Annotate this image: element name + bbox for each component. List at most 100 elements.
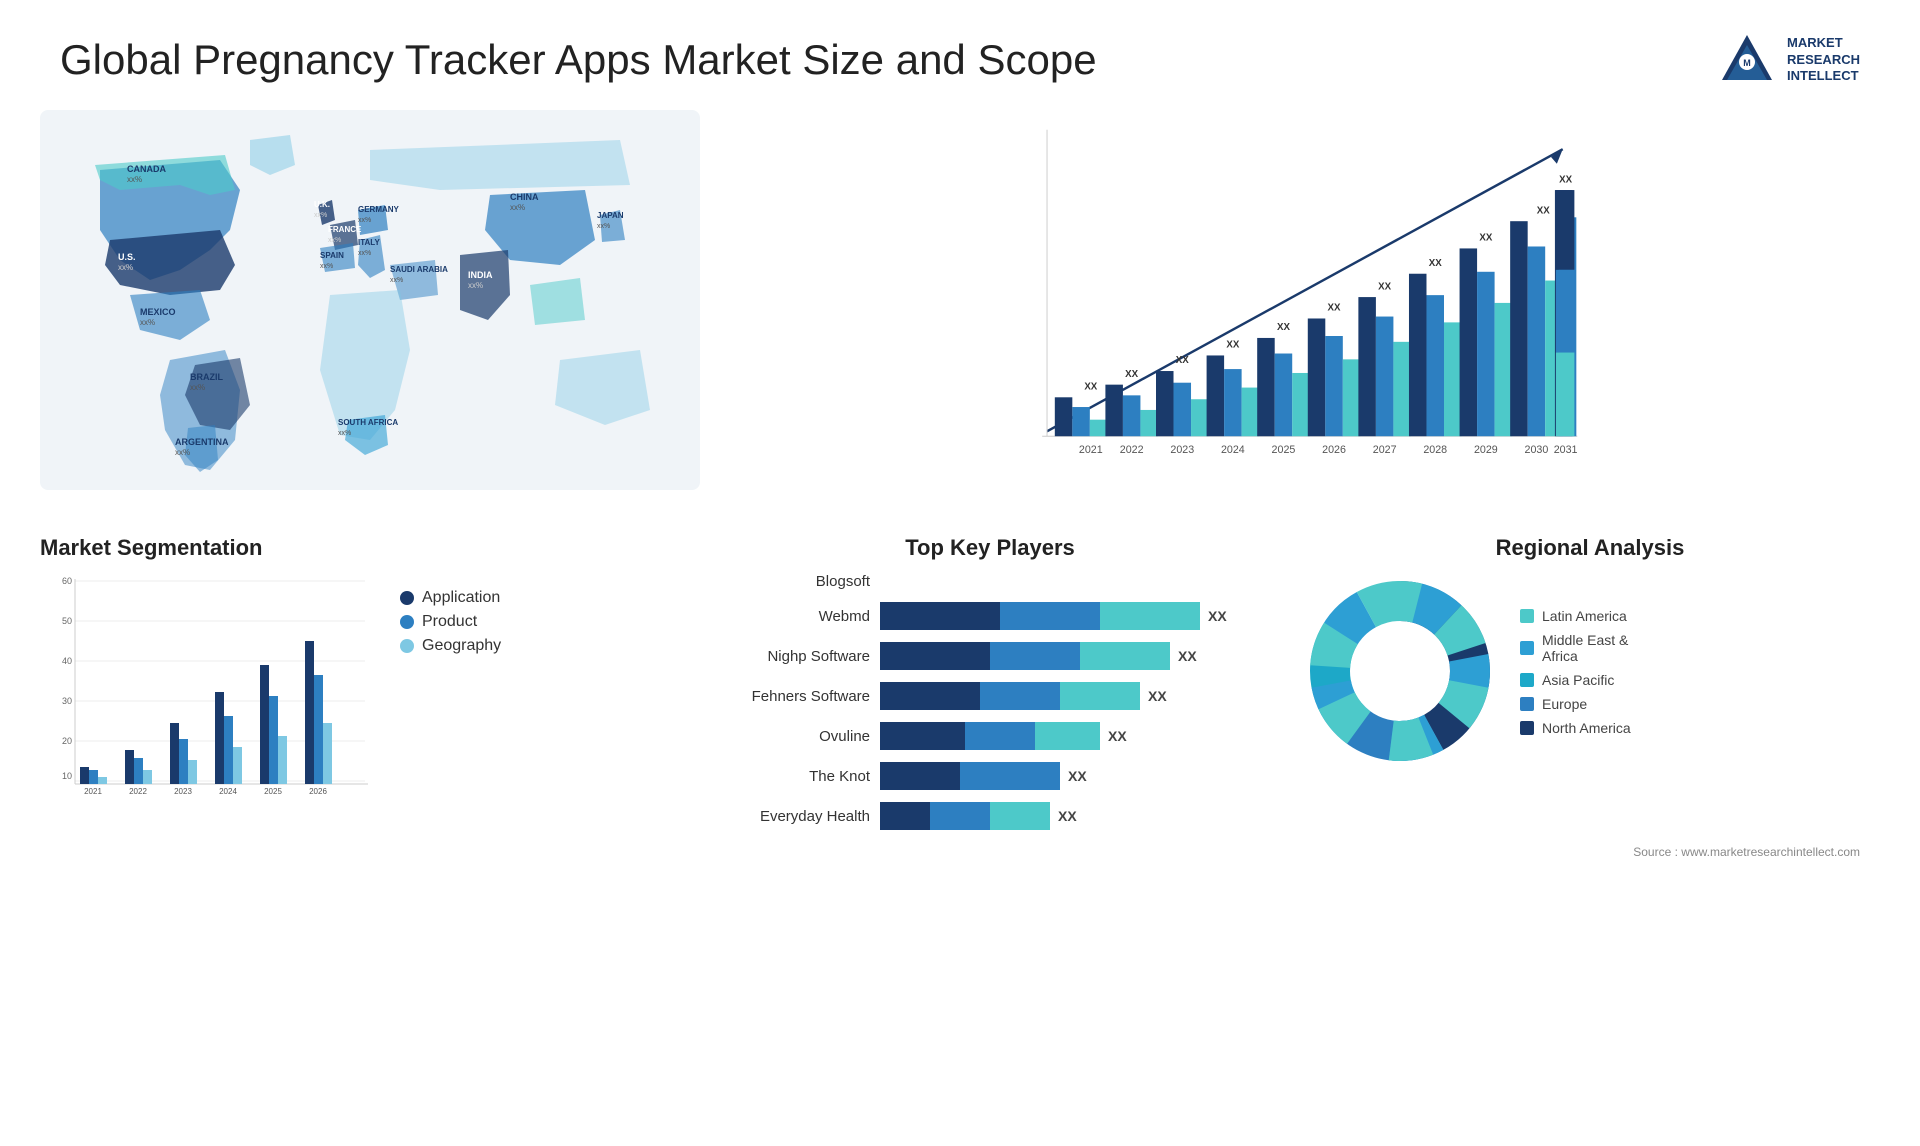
svg-text:2025: 2025	[264, 787, 282, 796]
logo: M MARKETRESEARCHINTELLECT	[1717, 30, 1860, 90]
page-title: Global Pregnancy Tracker Apps Market Siz…	[60, 36, 1097, 84]
source-text: Source : www.marketresearchintellect.com	[0, 845, 1920, 859]
svg-text:2024: 2024	[1221, 444, 1245, 456]
player-fehners: Fehners Software XX	[700, 682, 1280, 710]
key-players-title: Top Key Players	[700, 535, 1280, 561]
legend-label: Middle East &Africa	[1542, 632, 1628, 664]
legend-latin-america: Latin America	[1520, 608, 1631, 624]
svg-text:xx%: xx%	[175, 448, 190, 457]
player-name: Nighp Software	[700, 648, 870, 665]
logo-text: MARKETRESEARCHINTELLECT	[1787, 35, 1860, 86]
svg-text:2022: 2022	[1120, 444, 1144, 456]
svg-text:XX: XX	[1378, 281, 1391, 292]
svg-text:2027: 2027	[1373, 444, 1397, 456]
svg-text:40: 40	[62, 656, 72, 666]
regional-section: Regional Analysis	[1300, 535, 1880, 842]
player-name: Ovuline	[700, 728, 870, 745]
player-theknot: The Knot XX	[700, 762, 1280, 790]
player-name: Fehners Software	[700, 688, 870, 705]
svg-text:2021: 2021	[84, 787, 102, 796]
legend-product: Product	[400, 613, 501, 631]
svg-text:xx%: xx%	[510, 203, 525, 212]
regional-title: Regional Analysis	[1300, 535, 1880, 561]
growth-chart: 2021 XX 2022 XX 2023 XX 2024 XX 2025	[720, 110, 1880, 530]
legend-label: Asia Pacific	[1542, 672, 1614, 688]
player-name: Everyday Health	[700, 808, 870, 825]
svg-text:U.K.: U.K.	[314, 200, 330, 209]
svg-text:XX: XX	[1226, 340, 1239, 351]
svg-text:XX: XX	[1479, 233, 1492, 244]
geography-label: Geography	[422, 637, 501, 655]
bar-chart-svg: 2021 XX 2022 XX 2023 XX 2024 XX 2025	[740, 120, 1860, 480]
legend-middle-east: Middle East &Africa	[1520, 632, 1631, 664]
legend-label: North America	[1542, 720, 1631, 736]
svg-text:10: 10	[62, 771, 72, 781]
player-nighp: Nighp Software XX	[700, 642, 1280, 670]
svg-text:2021: 2021	[1079, 444, 1103, 456]
svg-text:ITALY: ITALY	[358, 238, 380, 247]
svg-text:20: 20	[62, 736, 72, 746]
svg-text:XX: XX	[1559, 174, 1572, 185]
player-everydayhealth: Everyday Health XX	[700, 802, 1280, 830]
legend-asia-pacific: Asia Pacific	[1520, 672, 1631, 688]
map-svg: CANADA xx% U.S. xx% MEXICO xx% BRAZIL xx…	[40, 110, 700, 490]
svg-text:ARGENTINA: ARGENTINA	[175, 437, 229, 447]
svg-text:xx%: xx%	[314, 212, 327, 219]
svg-text:JAPAN: JAPAN	[597, 211, 624, 220]
svg-text:XX: XX	[1176, 355, 1189, 366]
svg-text:XX: XX	[1125, 369, 1138, 380]
svg-text:2029: 2029	[1474, 444, 1498, 456]
key-players-section: Top Key Players Blogsoft Webmd XX Nighp …	[700, 535, 1280, 842]
svg-text:50: 50	[62, 616, 72, 626]
svg-text:2030: 2030	[1525, 444, 1549, 456]
svg-text:FRANCE: FRANCE	[328, 225, 362, 234]
svg-text:xx%: xx%	[597, 223, 610, 230]
svg-text:GERMANY: GERMANY	[358, 205, 400, 214]
svg-text:2023: 2023	[174, 787, 192, 796]
svg-text:M: M	[1743, 58, 1751, 68]
world-map: CANADA xx% U.S. xx% MEXICO xx% BRAZIL xx…	[40, 110, 700, 490]
regional-content: Latin America Middle East &Africa Asia P…	[1300, 571, 1880, 771]
player-webmd: Webmd XX	[700, 602, 1280, 630]
svg-text:2025: 2025	[1272, 444, 1296, 456]
svg-text:2031: 2031	[1554, 444, 1578, 456]
svg-text:2028: 2028	[1423, 444, 1447, 456]
svg-text:2023: 2023	[1170, 444, 1194, 456]
svg-text:2024: 2024	[219, 787, 237, 796]
svg-text:2026: 2026	[1322, 444, 1346, 456]
segmentation-chart: 60 50 40 30 20 10	[40, 569, 380, 799]
svg-text:XX: XX	[1537, 205, 1550, 216]
svg-text:xx%: xx%	[358, 250, 371, 257]
svg-text:XX: XX	[1429, 258, 1442, 269]
product-dot	[400, 615, 414, 629]
svg-text:xx%: xx%	[118, 263, 133, 272]
product-label: Product	[422, 613, 477, 631]
player-name: Webmd	[700, 608, 870, 625]
svg-text:MEXICO: MEXICO	[140, 307, 176, 317]
svg-text:xx%: xx%	[390, 277, 403, 284]
svg-text:CANADA: CANADA	[127, 164, 166, 174]
svg-text:xx%: xx%	[338, 430, 351, 437]
application-label: Application	[422, 589, 500, 607]
legend-application: Application	[400, 589, 501, 607]
legend-geography: Geography	[400, 637, 501, 655]
svg-text:SAUDI ARABIA: SAUDI ARABIA	[390, 265, 448, 274]
logo-icon: M	[1717, 30, 1777, 90]
segmentation-title: Market Segmentation	[40, 535, 680, 561]
legend-label: Europe	[1542, 696, 1587, 712]
svg-text:30: 30	[62, 696, 72, 706]
svg-text:2022: 2022	[129, 787, 147, 796]
regional-legend: Latin America Middle East &Africa Asia P…	[1520, 608, 1631, 744]
donut-chart	[1300, 571, 1500, 771]
svg-text:XX: XX	[1277, 322, 1290, 333]
svg-text:xx%: xx%	[468, 281, 483, 290]
geography-dot	[400, 639, 414, 653]
segmentation-legend: Application Product Geography	[400, 589, 501, 661]
application-dot	[400, 591, 414, 605]
player-blogsoft: Blogsoft	[700, 573, 1280, 590]
player-name: Blogsoft	[700, 573, 870, 590]
header: Global Pregnancy Tracker Apps Market Siz…	[0, 0, 1920, 110]
svg-text:BRAZIL: BRAZIL	[190, 372, 223, 382]
svg-text:60: 60	[62, 576, 72, 586]
svg-text:XX: XX	[1328, 303, 1341, 314]
